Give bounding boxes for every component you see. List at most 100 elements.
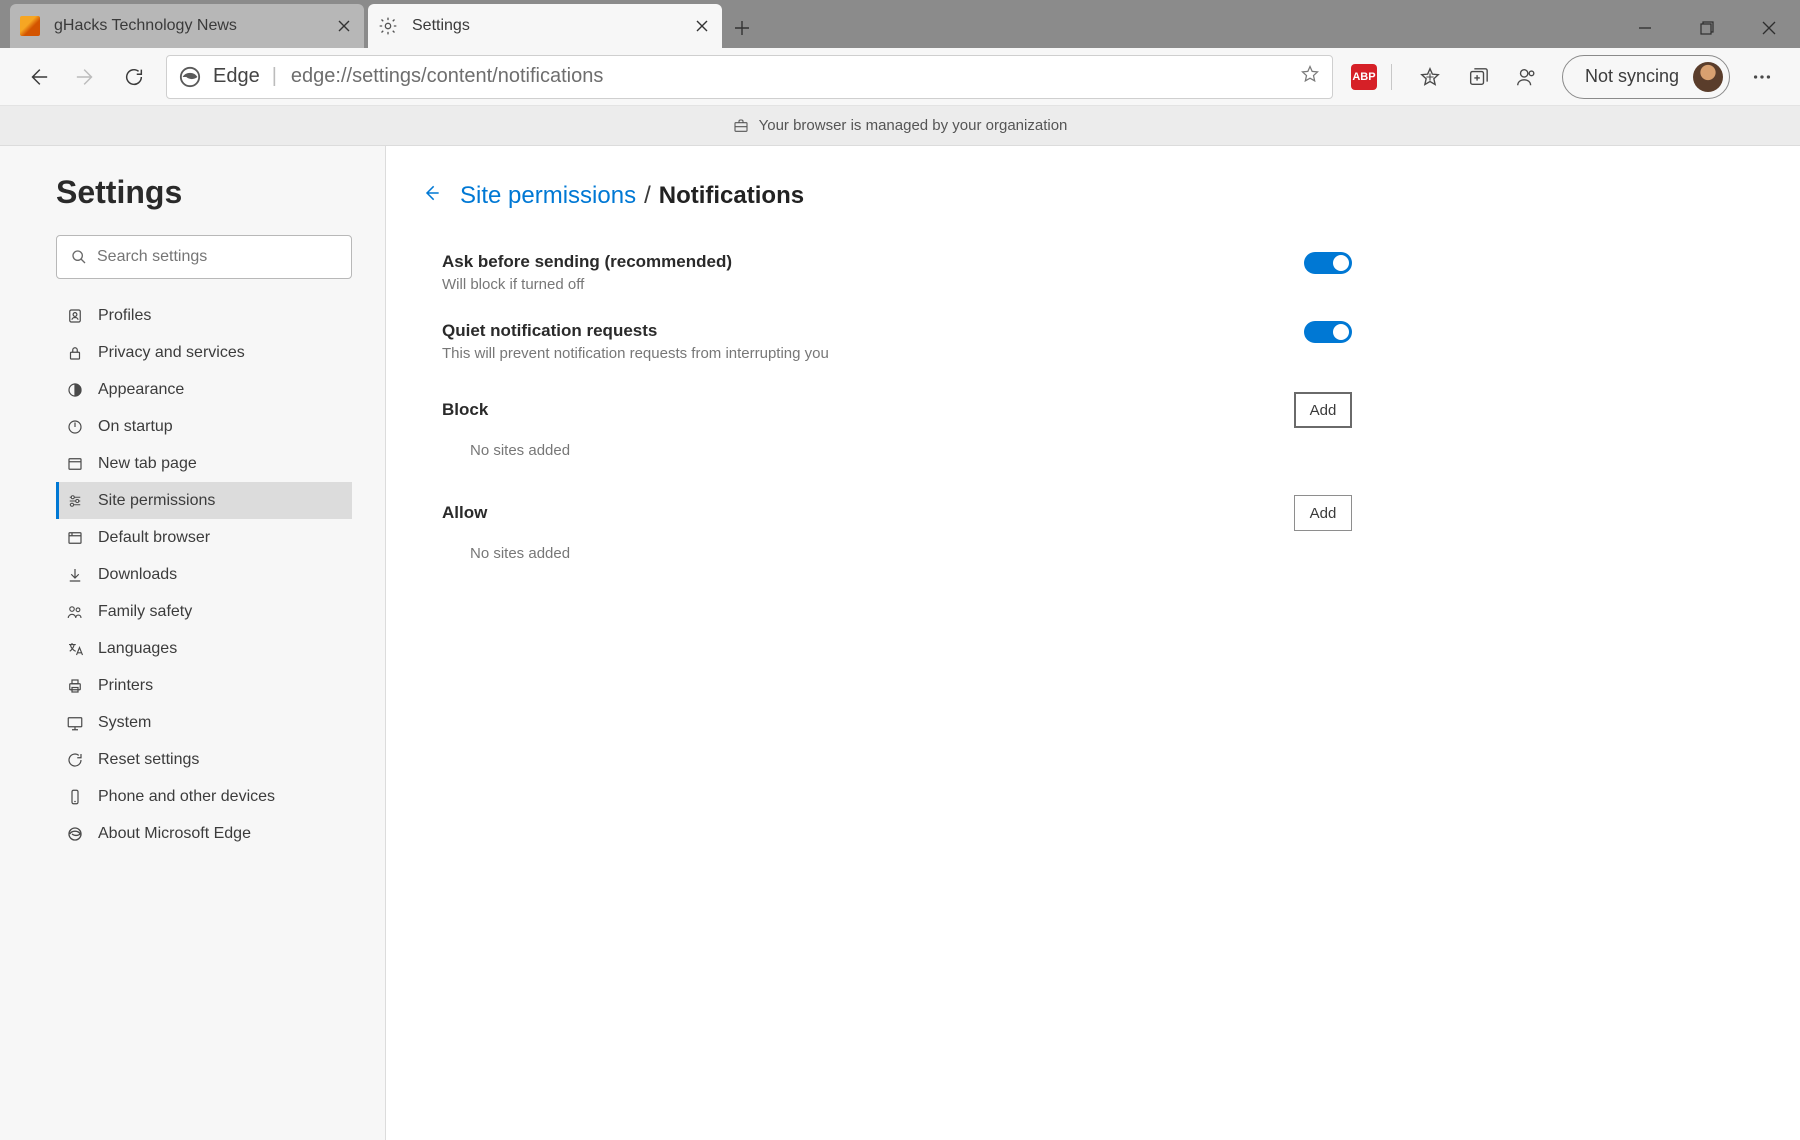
allow-empty-msg: No sites added: [422, 539, 1800, 588]
sidebar-item-label: Privacy and services: [98, 344, 245, 362]
avatar: [1693, 62, 1723, 92]
sidebar-item-appearance[interactable]: Appearance: [56, 371, 352, 408]
sidebar-item-site-permissions[interactable]: Site permissions: [56, 482, 352, 519]
sidebar-item-label: New tab page: [98, 455, 197, 473]
sidebar-item-newtab[interactable]: New tab page: [56, 445, 352, 482]
profile-button[interactable]: [1502, 53, 1550, 101]
edge-logo-icon: [179, 66, 201, 88]
favorite-icon[interactable]: [1300, 64, 1320, 90]
tab-ghacks[interactable]: gHacks Technology News: [10, 4, 364, 48]
phone-icon: [66, 788, 84, 806]
block-empty-msg: No sites added: [422, 436, 1800, 485]
setting-ask-before-sending: Ask before sending (recommended) Will bl…: [422, 244, 1352, 313]
briefcase-icon: [733, 118, 749, 134]
add-allow-button[interactable]: Add: [1294, 495, 1352, 531]
setting-desc: Will block if turned off: [442, 276, 1304, 293]
sidebar-item-privacy[interactable]: Privacy and services: [56, 334, 352, 371]
search-settings-box[interactable]: [56, 235, 352, 279]
tab-title: gHacks Technology News: [54, 17, 334, 35]
tab-title: Settings: [412, 17, 692, 35]
toolbar-separator: [1391, 64, 1392, 90]
favorites-button[interactable]: [1406, 53, 1454, 101]
close-icon[interactable]: [692, 16, 712, 36]
printer-icon: [66, 677, 84, 695]
sidebar-item-printers[interactable]: Printers: [56, 667, 352, 704]
refresh-button[interactable]: [110, 53, 158, 101]
close-icon[interactable]: [334, 16, 354, 36]
sidebar-item-label: About Microsoft Edge: [98, 825, 251, 843]
sidebar-item-system[interactable]: System: [56, 704, 352, 741]
sidebar-item-label: Site permissions: [98, 492, 215, 510]
browser-icon: [66, 529, 84, 547]
sync-status-pill[interactable]: Not syncing: [1562, 55, 1730, 99]
sidebar-item-label: System: [98, 714, 151, 732]
section-title: Block: [442, 400, 1294, 420]
sidebar-item-label: Family safety: [98, 603, 192, 621]
breadcrumb-leaf: Notifications: [659, 182, 804, 210]
content-area: Site permissions / Notifications Ask bef…: [386, 146, 1800, 1140]
tab-settings[interactable]: Settings: [368, 4, 722, 48]
more-menu-button[interactable]: [1738, 53, 1786, 101]
sidebar-item-family[interactable]: Family safety: [56, 593, 352, 630]
power-icon: [66, 418, 84, 436]
sidebar-item-downloads[interactable]: Downloads: [56, 556, 352, 593]
appearance-icon: [66, 381, 84, 399]
newtab-icon: [66, 455, 84, 473]
section-block: Block Add: [422, 382, 1352, 436]
collections-button[interactable]: [1454, 53, 1502, 101]
breadcrumb-back-button[interactable]: [422, 182, 442, 210]
sidebar-item-reset[interactable]: Reset settings: [56, 741, 352, 778]
reset-icon: [66, 751, 84, 769]
toggle-ask-before-sending[interactable]: [1304, 252, 1352, 274]
sidebar: Settings Profiles Privacy and services A…: [0, 146, 386, 1140]
address-scheme-label: Edge: [213, 65, 260, 88]
lock-icon: [66, 344, 84, 362]
settings-page: Settings Profiles Privacy and services A…: [0, 146, 1800, 1140]
sidebar-item-profiles[interactable]: Profiles: [56, 297, 352, 334]
sidebar-item-label: Appearance: [98, 381, 184, 399]
sidebar-item-default-browser[interactable]: Default browser: [56, 519, 352, 556]
system-icon: [66, 714, 84, 732]
sliders-icon: [66, 492, 84, 510]
gear-icon: [378, 16, 398, 36]
breadcrumb-link[interactable]: Site permissions: [460, 182, 636, 210]
add-block-button[interactable]: Add: [1294, 392, 1352, 428]
favicon-ghacks: [20, 16, 40, 36]
edge-icon: [66, 825, 84, 843]
language-icon: [66, 640, 84, 658]
breadcrumb: Site permissions / Notifications: [422, 182, 1800, 210]
new-tab-button[interactable]: [722, 8, 762, 48]
minimize-button[interactable]: [1614, 8, 1676, 48]
sidebar-item-label: Reset settings: [98, 751, 199, 769]
search-input[interactable]: [97, 248, 337, 266]
page-title: Settings: [56, 174, 385, 211]
address-url: edge://settings/content/notifications: [291, 65, 1300, 88]
toolbar: Edge | edge://settings/content/notificat…: [0, 48, 1800, 106]
forward-button[interactable]: [62, 53, 110, 101]
sidebar-item-label: On startup: [98, 418, 173, 436]
sidebar-item-about[interactable]: About Microsoft Edge: [56, 815, 352, 852]
setting-quiet-requests: Quiet notification requests This will pr…: [422, 313, 1352, 382]
address-bar[interactable]: Edge | edge://settings/content/notificat…: [166, 55, 1333, 99]
setting-desc: This will prevent notification requests …: [442, 345, 1304, 362]
search-icon: [71, 249, 87, 265]
titlebar: gHacks Technology News Settings: [0, 0, 1800, 48]
sidebar-item-startup[interactable]: On startup: [56, 408, 352, 445]
sidebar-item-label: Languages: [98, 640, 177, 658]
maximize-button[interactable]: [1676, 8, 1738, 48]
sidebar-item-languages[interactable]: Languages: [56, 630, 352, 667]
sidebar-item-label: Default browser: [98, 529, 210, 547]
family-icon: [66, 603, 84, 621]
abp-extension-icon[interactable]: ABP: [1351, 64, 1377, 90]
close-window-button[interactable]: [1738, 8, 1800, 48]
toggle-quiet-requests[interactable]: [1304, 321, 1352, 343]
download-icon: [66, 566, 84, 584]
profile-icon: [66, 307, 84, 325]
sync-label: Not syncing: [1585, 66, 1679, 87]
window-controls: [1614, 8, 1800, 48]
sidebar-item-label: Phone and other devices: [98, 788, 275, 806]
sidebar-item-label: Downloads: [98, 566, 177, 584]
back-button[interactable]: [14, 53, 62, 101]
setting-title: Ask before sending (recommended): [442, 252, 1304, 272]
sidebar-item-phone[interactable]: Phone and other devices: [56, 778, 352, 815]
